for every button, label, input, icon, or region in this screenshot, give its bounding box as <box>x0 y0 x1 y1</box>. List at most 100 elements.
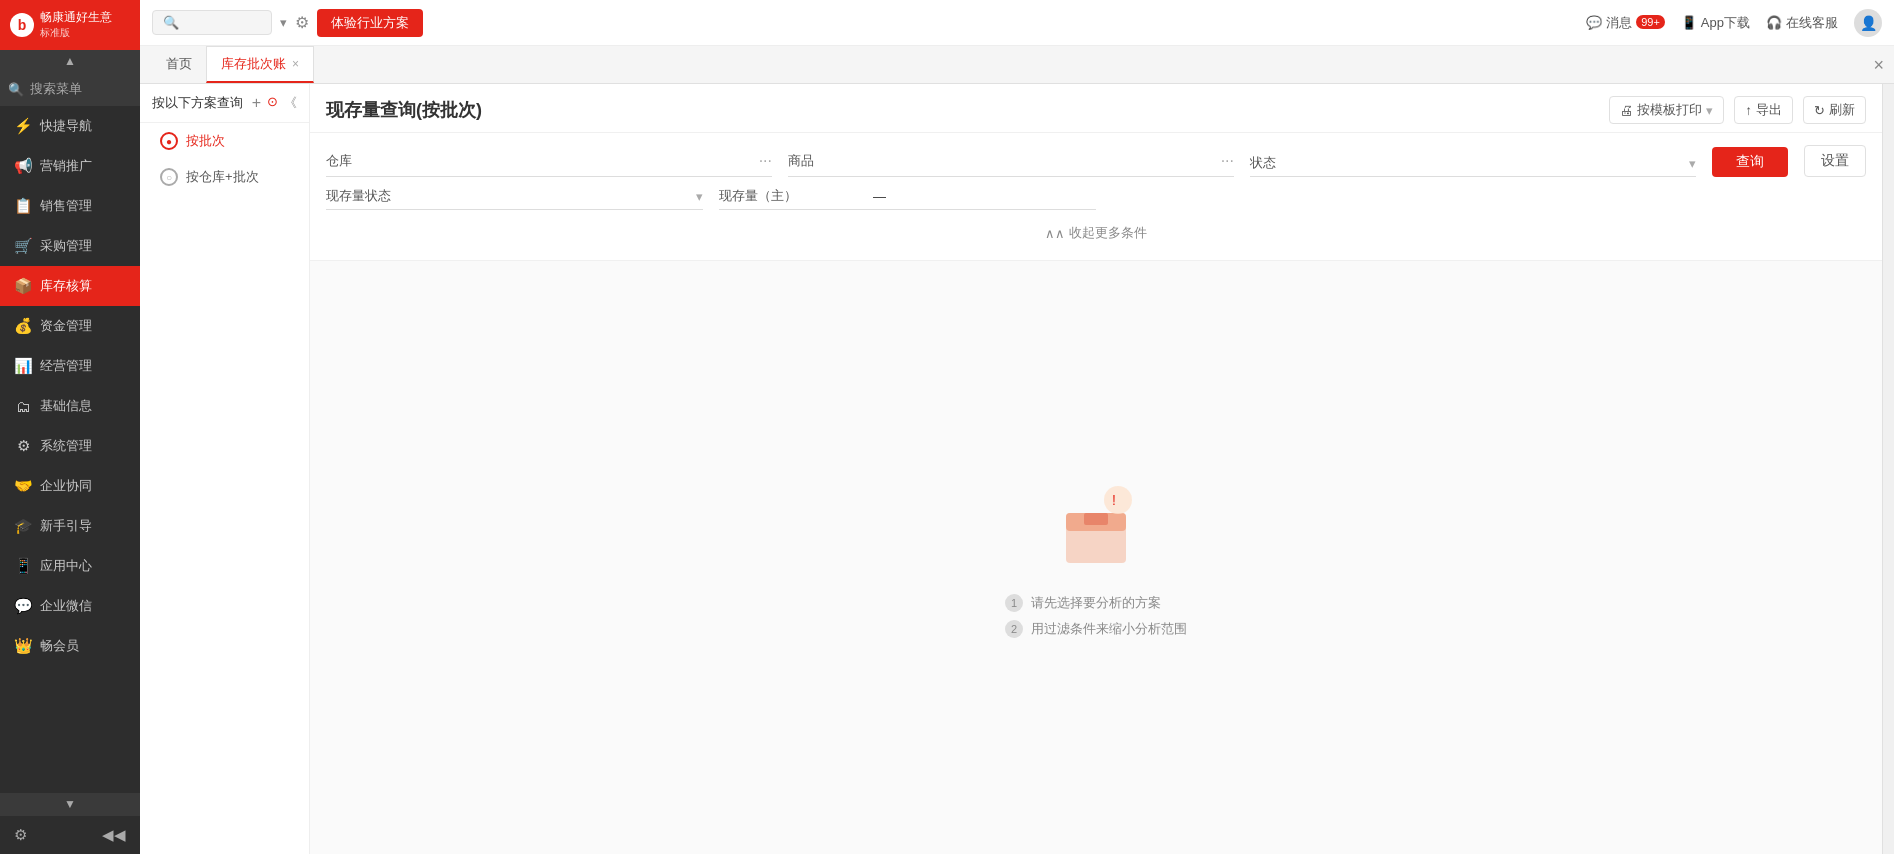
enterprise-icon: 🤝 <box>14 477 32 495</box>
product-input[interactable] <box>822 149 1221 172</box>
system-icon: ⚙ <box>14 437 32 455</box>
sidebar-collapse-icon[interactable]: ◀◀ <box>102 826 126 844</box>
scheme-settings-icon[interactable]: ⊙ <box>267 94 278 112</box>
wechat-icon: 💬 <box>14 597 32 615</box>
tab-batch[interactable]: 库存批次账 × <box>206 46 314 83</box>
sidebar-item-newguide[interactable]: 🎓 新手引导 <box>0 506 140 546</box>
scheme-item-warehouse-batch[interactable]: ○ 按仓库+批次 <box>140 159 309 195</box>
add-scheme-btn[interactable]: + <box>252 94 261 112</box>
member-icon: 👑 <box>14 637 32 655</box>
sidebar-footer: ⚙ ◀◀ <box>0 815 140 854</box>
sidebar-item-marketing[interactable]: 📢 营销推广 <box>0 146 140 186</box>
sidebar: b 畅康通好生意 标准版 ▲ 🔍 搜索菜单 ⚡ 快捷导航 📢 营销推广 📋 销售… <box>0 0 140 854</box>
sidebar-item-member[interactable]: 👑 畅会员 <box>0 626 140 666</box>
product-label: 商品 <box>788 152 814 170</box>
chevron-up-icon: ∧∧ <box>1045 226 1065 241</box>
user-avatar[interactable]: 👤 <box>1854 9 1882 37</box>
refresh-icon: ↻ <box>1814 103 1825 118</box>
search-menu-item[interactable]: 🔍 搜索菜单 <box>0 72 140 106</box>
marketing-icon: 📢 <box>14 157 32 175</box>
tab-close-btn[interactable]: × <box>292 57 299 71</box>
warehouse-input[interactable] <box>360 149 759 172</box>
page-title-bar: 现存量查询(按批次) 🖨 按模板打印 ▾ ↑ 导出 ↻ 刷新 <box>310 84 1882 133</box>
search-box-icon: 🔍 <box>163 15 179 30</box>
search-icon: 🔍 <box>8 82 24 97</box>
scheme-active-icon: ● <box>160 132 178 150</box>
collapse-filter-btn[interactable]: ∧∧ 收起更多条件 <box>326 218 1866 248</box>
topbar: 🔍 ▾ ⚙ 体验行业方案 💬 消息 99+ 📱 App下载 🎧 在线客服 👤 <box>140 0 1894 46</box>
quicknav-icon: ⚡ <box>14 117 32 135</box>
stock-status-label: 现存量状态 <box>326 187 391 205</box>
topbar-settings-icon[interactable]: ⚙ <box>295 13 309 32</box>
message-badge: 99+ <box>1636 15 1665 29</box>
sidebar-item-finance[interactable]: 💰 资金管理 <box>0 306 140 346</box>
sidebar-item-quicknav[interactable]: ⚡ 快捷导航 <box>0 106 140 146</box>
app-download-item[interactable]: 📱 App下载 <box>1681 14 1750 32</box>
footer-settings-icon[interactable]: ⚙ <box>14 826 27 844</box>
print-btn[interactable]: 🖨 按模板打印 ▾ <box>1609 96 1724 124</box>
status-dropdown-icon[interactable]: ▾ <box>1689 156 1696 171</box>
app-download-icon: 📱 <box>1681 15 1697 30</box>
stock-qty-from-input[interactable] <box>805 189 865 204</box>
sidebar-item-appcenter[interactable]: 📱 应用中心 <box>0 546 140 586</box>
svg-text:!: ! <box>1112 492 1116 508</box>
right-panel: 现存量查询(按批次) 🖨 按模板打印 ▾ ↑ 导出 ↻ 刷新 <box>310 84 1882 854</box>
finance-icon: 💰 <box>14 317 32 335</box>
product-filter-col: 商品 ··· <box>788 149 1234 177</box>
search-box[interactable]: 🔍 <box>152 10 272 35</box>
warehouse-filter-col: 仓库 ··· <box>326 149 772 177</box>
purchase-icon: 🛒 <box>14 237 32 255</box>
tab-bar-close-btn[interactable]: × <box>1873 54 1884 75</box>
newguide-icon: 🎓 <box>14 517 32 535</box>
sidebar-nav: ⚡ 快捷导航 📢 营销推广 📋 销售管理 🛒 采购管理 📦 库存核算 💰 资金管… <box>0 106 140 793</box>
sidebar-item-inventory[interactable]: 📦 库存核算 <box>0 266 140 306</box>
scheme-inactive-icon: ○ <box>160 168 178 186</box>
filter-settings-btn[interactable]: 设置 <box>1804 145 1866 177</box>
svg-rect-2 <box>1084 513 1108 525</box>
empty-state: ! 1 请先选择要分析的方案 2 用过滤条件来缩小分析范围 <box>310 261 1882 854</box>
export-btn[interactable]: ↑ 导出 <box>1734 96 1793 124</box>
status-label: 状态 <box>1250 154 1276 172</box>
collapse-panel-icon[interactable]: 《 <box>284 94 297 112</box>
message-item[interactable]: 💬 消息 99+ <box>1586 14 1665 32</box>
status-filter-col: 状态 ▾ <box>1250 154 1696 177</box>
online-service-item[interactable]: 🎧 在线客服 <box>1766 14 1838 32</box>
filter-area: 仓库 ··· 商品 ··· 状态 <box>310 133 1882 261</box>
sidebar-item-operations[interactable]: 📊 经营管理 <box>0 346 140 386</box>
app-logo: b <box>10 13 34 37</box>
sidebar-scroll-down[interactable]: ▼ <box>0 793 140 815</box>
main-area: 🔍 ▾ ⚙ 体验行业方案 💬 消息 99+ 📱 App下载 🎧 在线客服 👤 <box>140 0 1894 854</box>
sidebar-scroll-up[interactable]: ▲ <box>0 50 140 72</box>
sidebar-item-sales[interactable]: 📋 销售管理 <box>0 186 140 226</box>
headphone-icon: 🎧 <box>1766 15 1782 30</box>
product-more-icon[interactable]: ··· <box>1221 152 1234 170</box>
refresh-btn[interactable]: ↻ 刷新 <box>1803 96 1866 124</box>
stock-status-dropdown-icon[interactable]: ▾ <box>696 189 703 204</box>
warehouse-label: 仓库 <box>326 152 352 170</box>
printer-icon: 🖨 <box>1620 103 1633 118</box>
topbar-chevron-icon[interactable]: ▾ <box>280 15 287 30</box>
sidebar-item-system[interactable]: ⚙ 系统管理 <box>0 426 140 466</box>
left-panel-title: 按以下方案查询 <box>152 94 243 112</box>
hint-item-2: 2 用过滤条件来缩小分析范围 <box>1005 620 1187 638</box>
query-btn[interactable]: 查询 <box>1712 147 1788 177</box>
company-name: 畅康通好生意 <box>40 10 112 26</box>
print-chevron-icon: ▾ <box>1706 103 1713 118</box>
experience-btn[interactable]: 体验行业方案 <box>317 9 423 37</box>
message-icon: 💬 <box>1586 15 1602 30</box>
sidebar-item-wechat[interactable]: 💬 企业微信 <box>0 586 140 626</box>
sales-icon: 📋 <box>14 197 32 215</box>
stock-qty-to-input[interactable] <box>894 189 954 204</box>
tab-home[interactable]: 首页 <box>152 47 206 83</box>
scheme-item-batch[interactable]: ● 按批次 <box>140 123 309 159</box>
export-icon: ↑ <box>1745 103 1752 118</box>
avatar-icon: 👤 <box>1860 15 1877 31</box>
sidebar-item-base[interactable]: 🗂 基础信息 <box>0 386 140 426</box>
warehouse-more-icon[interactable]: ··· <box>759 152 772 170</box>
sidebar-item-enterprise[interactable]: 🤝 企业协同 <box>0 466 140 506</box>
sidebar-item-purchase[interactable]: 🛒 采购管理 <box>0 226 140 266</box>
empty-illustration: ! <box>1046 478 1146 578</box>
page-title: 现存量查询(按批次) <box>326 98 482 122</box>
sidebar-header: b 畅康通好生意 标准版 <box>0 0 140 50</box>
right-scrollbar <box>1882 84 1894 854</box>
